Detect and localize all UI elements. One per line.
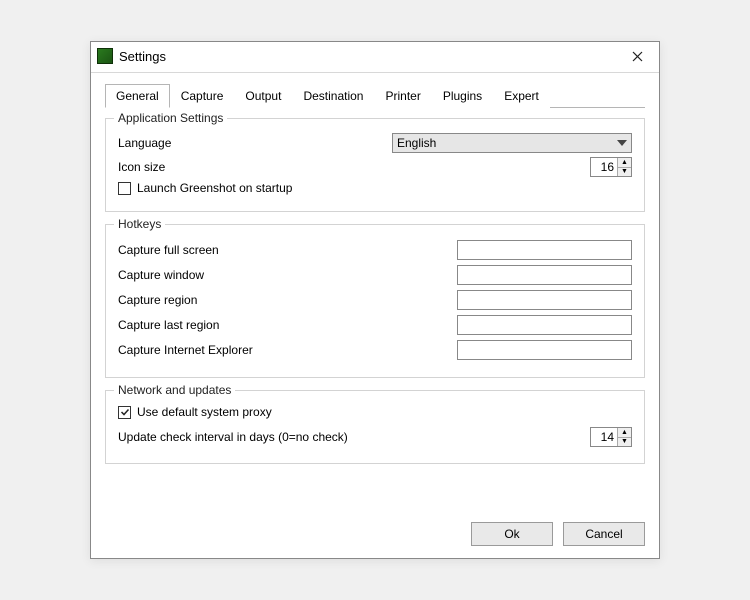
hotkey-ie-label: Capture Internet Explorer (118, 343, 457, 357)
titlebar: Settings (91, 42, 659, 73)
group-hotkeys: Hotkeys Capture full screen Capture wind… (105, 224, 645, 378)
cancel-button[interactable]: Cancel (563, 522, 645, 546)
tab-printer[interactable]: Printer (374, 84, 431, 108)
tab-destination[interactable]: Destination (292, 84, 374, 108)
hotkey-full-screen-input[interactable] (457, 240, 632, 260)
spinner-down-icon[interactable]: ▼ (618, 438, 631, 447)
update-interval-spinner[interactable]: ▲ ▼ (590, 427, 632, 447)
group-network-updates: Network and updates Use default system p… (105, 390, 645, 464)
icon-size-input[interactable] (591, 158, 617, 176)
tab-expert[interactable]: Expert (493, 84, 550, 108)
window-title: Settings (119, 49, 166, 64)
spinner-up-icon[interactable]: ▲ (618, 158, 631, 168)
hotkey-region-label: Capture region (118, 293, 457, 307)
settings-window: Settings General Capture Output Destinat… (90, 41, 660, 559)
language-label: Language (118, 136, 392, 150)
hotkey-last-region-input[interactable] (457, 315, 632, 335)
proxy-checkbox[interactable] (118, 406, 131, 419)
icon-size-label: Icon size (118, 160, 590, 174)
update-interval-label: Update check interval in days (0=no chec… (118, 430, 590, 444)
group-legend: Application Settings (114, 111, 227, 125)
hotkey-full-screen-label: Capture full screen (118, 243, 457, 257)
group-legend: Network and updates (114, 383, 235, 397)
hotkey-window-input[interactable] (457, 265, 632, 285)
tab-general[interactable]: General (105, 84, 170, 108)
spinner-down-icon[interactable]: ▼ (618, 168, 631, 177)
hotkey-window-label: Capture window (118, 268, 457, 282)
tabstrip: General Capture Output Destination Print… (105, 83, 645, 108)
ok-button[interactable]: Ok (471, 522, 553, 546)
group-legend: Hotkeys (114, 217, 165, 231)
tab-plugins[interactable]: Plugins (432, 84, 493, 108)
icon-size-spinner[interactable]: ▲ ▼ (590, 157, 632, 177)
launch-on-startup-checkbox[interactable] (118, 182, 131, 195)
group-application-settings: Application Settings Language English Ic… (105, 118, 645, 212)
tab-capture[interactable]: Capture (170, 84, 235, 108)
language-select[interactable]: English (392, 133, 632, 153)
dialog-footer: Ok Cancel (105, 476, 645, 546)
hotkey-ie-input[interactable] (457, 340, 632, 360)
spinner-up-icon[interactable]: ▲ (618, 428, 631, 438)
app-icon (97, 48, 113, 64)
tab-output[interactable]: Output (234, 84, 292, 108)
launch-on-startup-label: Launch Greenshot on startup (137, 181, 292, 195)
close-button[interactable] (623, 46, 651, 66)
update-interval-input[interactable] (591, 428, 617, 446)
proxy-label: Use default system proxy (137, 405, 272, 419)
hotkey-last-region-label: Capture last region (118, 318, 457, 332)
hotkey-region-input[interactable] (457, 290, 632, 310)
